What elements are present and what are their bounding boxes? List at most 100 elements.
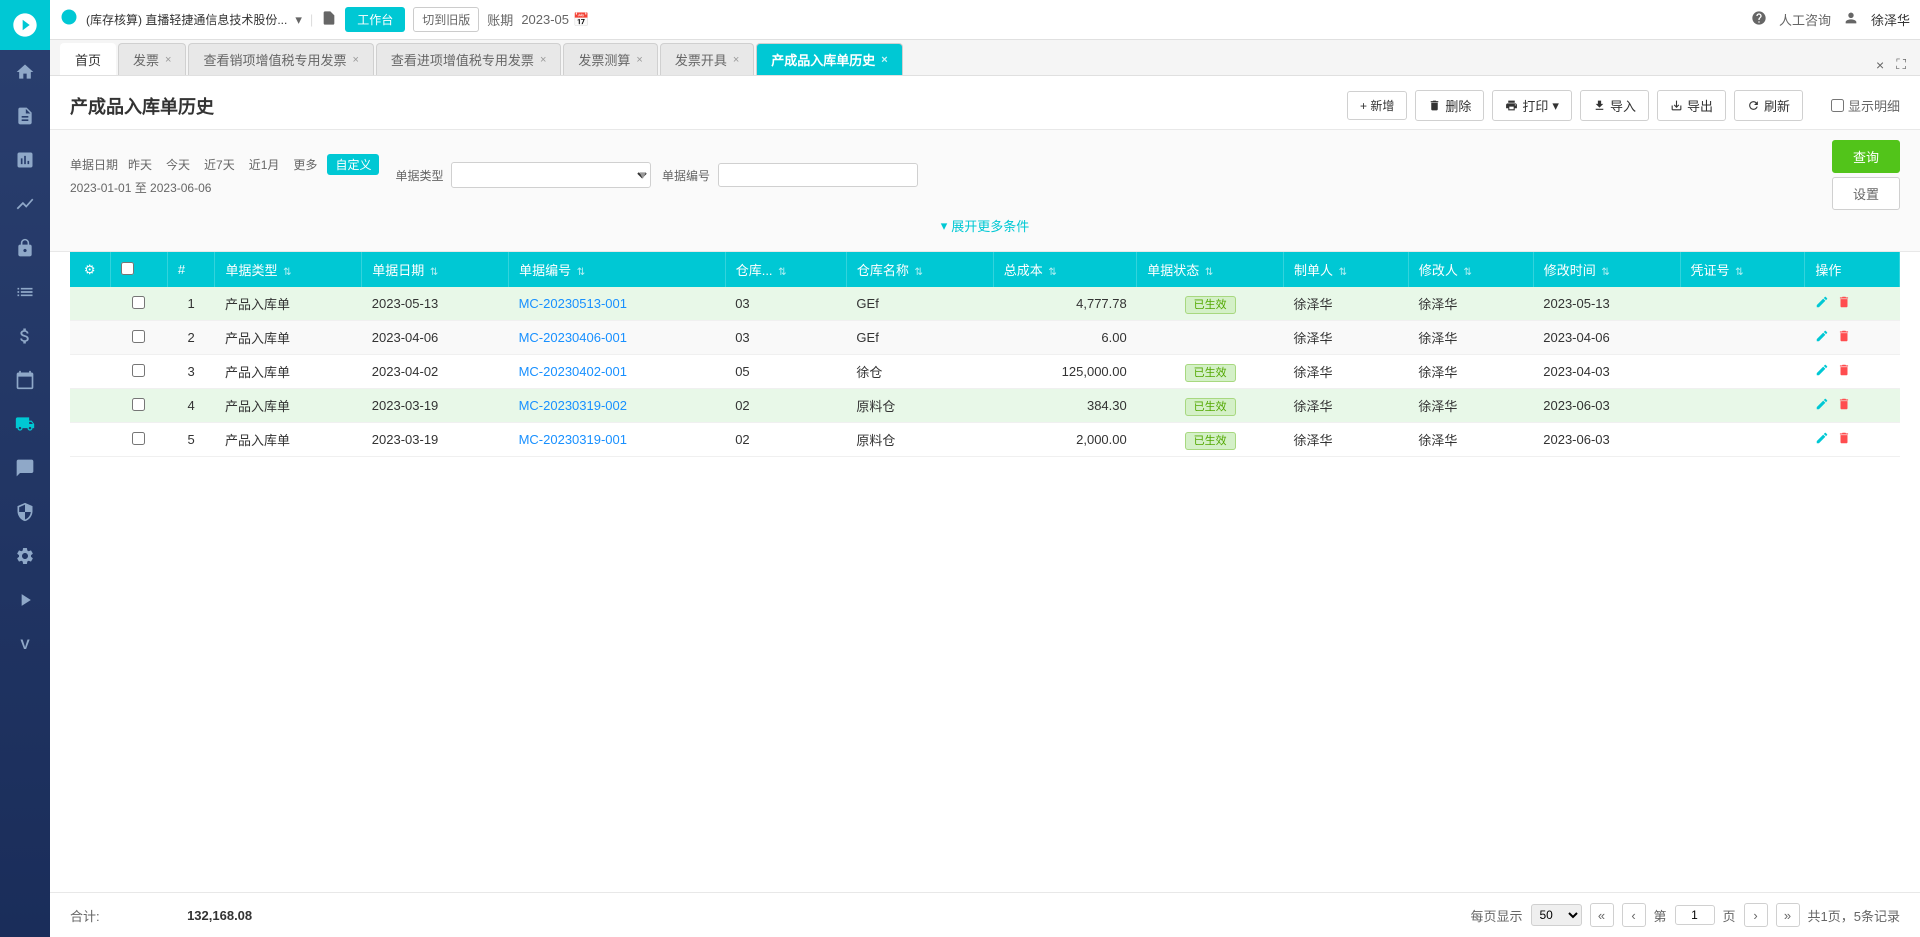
tab-home[interactable]: 首页	[60, 43, 116, 75]
print-button[interactable]: 打印 ▾	[1492, 90, 1572, 121]
col-type[interactable]: 单据类型 ⇅	[215, 252, 362, 287]
workbench-button[interactable]: 工作台	[345, 7, 405, 32]
tab-invoice[interactable]: 发票 ×	[118, 43, 186, 75]
tab-invoice-open-close[interactable]: ×	[733, 54, 739, 66]
print-dropdown-icon[interactable]: ▾	[1552, 98, 1559, 114]
per-page-select[interactable]: 50 100	[1531, 904, 1582, 926]
col-warehouse-name[interactable]: 仓库名称 ⇅	[846, 252, 993, 287]
row-checkbox[interactable]	[132, 330, 145, 343]
row-delete-button[interactable]	[1837, 431, 1851, 448]
switch-version-button[interactable]: 切到旧版	[413, 7, 479, 32]
calendar-icon[interactable]: 📅	[573, 12, 589, 28]
col-modify-time[interactable]: 修改时间 ⇅	[1533, 252, 1680, 287]
row-edit-button[interactable]	[1815, 397, 1829, 414]
cell-checkbox[interactable]	[110, 287, 167, 321]
col-modifier[interactable]: 修改人 ⇅	[1408, 252, 1533, 287]
select-all-checkbox[interactable]	[121, 262, 134, 275]
row-edit-button[interactable]	[1815, 431, 1829, 448]
tab-view-sales-vat[interactable]: 查看销项增值税专用发票 ×	[188, 43, 373, 75]
date-1month[interactable]: 近1月	[245, 154, 284, 175]
new-button[interactable]: + 新增	[1347, 91, 1407, 120]
sidebar-item-chart[interactable]	[0, 138, 50, 182]
tab-invoice-close[interactable]: ×	[165, 54, 171, 66]
cell-checkbox[interactable]	[110, 389, 167, 423]
sidebar-item-money[interactable]	[0, 314, 50, 358]
row-checkbox[interactable]	[132, 398, 145, 411]
col-voucher[interactable]: 凭证号 ⇅	[1680, 252, 1805, 287]
set-button[interactable]: 设置	[1832, 177, 1900, 210]
number-filter-input[interactable]	[718, 163, 918, 187]
sidebar-item-document[interactable]	[0, 94, 50, 138]
row-edit-button[interactable]	[1815, 295, 1829, 312]
type-filter-select[interactable]	[451, 162, 651, 188]
document-link[interactable]: MC-20230513-001	[519, 296, 627, 311]
sidebar-item-home[interactable]	[0, 50, 50, 94]
col-total-cost[interactable]: 总成本 ⇅	[993, 252, 1137, 287]
settings-icon[interactable]: ⚙	[84, 262, 96, 277]
export-button[interactable]: 导出	[1657, 90, 1726, 121]
row-edit-button[interactable]	[1815, 363, 1829, 380]
sidebar-item-version[interactable]: V	[0, 622, 50, 666]
user-name[interactable]: 徐泽华	[1871, 10, 1910, 29]
sidebar-item-play[interactable]	[0, 578, 50, 622]
tab-view-purchase-vat-close[interactable]: ×	[540, 54, 546, 66]
date-today[interactable]: 今天	[162, 154, 194, 175]
row-checkbox[interactable]	[132, 364, 145, 377]
col-creator[interactable]: 制单人 ⇅	[1284, 252, 1409, 287]
date-yesterday[interactable]: 昨天	[124, 154, 156, 175]
document-link[interactable]: MC-20230319-001	[519, 432, 627, 447]
tab-invoice-calc-close[interactable]: ×	[636, 54, 642, 66]
sidebar-item-lock[interactable]	[0, 226, 50, 270]
document-link[interactable]: MC-20230406-001	[519, 330, 627, 345]
prev-page-button[interactable]: ‹	[1622, 903, 1646, 927]
tab-product-inbound-close[interactable]: ×	[881, 54, 887, 66]
query-button[interactable]: 查询	[1832, 140, 1900, 173]
col-settings[interactable]: ⚙	[70, 252, 110, 287]
date-more[interactable]: 更多	[289, 154, 321, 175]
col-status[interactable]: 单据状态 ⇅	[1137, 252, 1284, 287]
expand-filter-btn[interactable]: ▾ 展开更多条件	[70, 210, 1900, 241]
import-button[interactable]: 导入	[1580, 90, 1649, 121]
row-delete-button[interactable]	[1837, 329, 1851, 346]
row-checkbox[interactable]	[132, 296, 145, 309]
last-page-button[interactable]: »	[1776, 903, 1800, 927]
help-label[interactable]: 人工咨询	[1779, 10, 1831, 29]
tab-view-sales-vat-close[interactable]: ×	[352, 54, 358, 66]
row-edit-button[interactable]	[1815, 329, 1829, 346]
row-delete-button[interactable]	[1837, 397, 1851, 414]
tab-invoice-calc[interactable]: 发票测算 ×	[563, 43, 657, 75]
cell-checkbox[interactable]	[110, 355, 167, 389]
tab-product-inbound[interactable]: 产成品入库单历史 ×	[756, 43, 902, 75]
sidebar-item-settings2[interactable]	[0, 490, 50, 534]
dropdown-icon[interactable]: ▾	[295, 12, 302, 28]
fullscreen-button[interactable]: ⛶	[1892, 54, 1910, 75]
cell-checkbox[interactable]	[110, 423, 167, 457]
next-page-button[interactable]: ›	[1744, 903, 1768, 927]
col-warehouse-code[interactable]: 仓库... ⇅	[725, 252, 846, 287]
delete-button[interactable]: 删除	[1415, 90, 1484, 121]
row-delete-button[interactable]	[1837, 295, 1851, 312]
sidebar-item-analytics[interactable]	[0, 182, 50, 226]
close-tab-button[interactable]: ×	[1872, 55, 1888, 75]
cell-checkbox[interactable]	[110, 321, 167, 355]
col-checkbox[interactable]	[110, 252, 167, 287]
sidebar-item-warehouse[interactable]	[0, 402, 50, 446]
sidebar-item-calendar[interactable]	[0, 358, 50, 402]
page-input[interactable]	[1675, 905, 1715, 925]
row-delete-button[interactable]	[1837, 363, 1851, 380]
date-7days[interactable]: 近7天	[200, 154, 239, 175]
tab-view-purchase-vat[interactable]: 查看进项增值税专用发票 ×	[376, 43, 561, 75]
sidebar-item-list[interactable]	[0, 270, 50, 314]
refresh-button[interactable]: 刷新	[1734, 90, 1803, 121]
document-link[interactable]: MC-20230319-002	[519, 398, 627, 413]
row-checkbox[interactable]	[132, 432, 145, 445]
date-custom[interactable]: 自定义	[327, 154, 379, 175]
first-page-button[interactable]: «	[1590, 903, 1614, 927]
show-detail-input[interactable]	[1831, 99, 1844, 112]
sidebar-item-gear[interactable]	[0, 534, 50, 578]
sidebar-item-stamp[interactable]	[0, 446, 50, 490]
col-number[interactable]: 单据编号 ⇅	[509, 252, 726, 287]
col-date[interactable]: 单据日期 ⇅	[362, 252, 509, 287]
show-detail-checkbox[interactable]: 显示明细	[1831, 96, 1900, 115]
tab-invoice-open[interactable]: 发票开具 ×	[660, 43, 754, 75]
